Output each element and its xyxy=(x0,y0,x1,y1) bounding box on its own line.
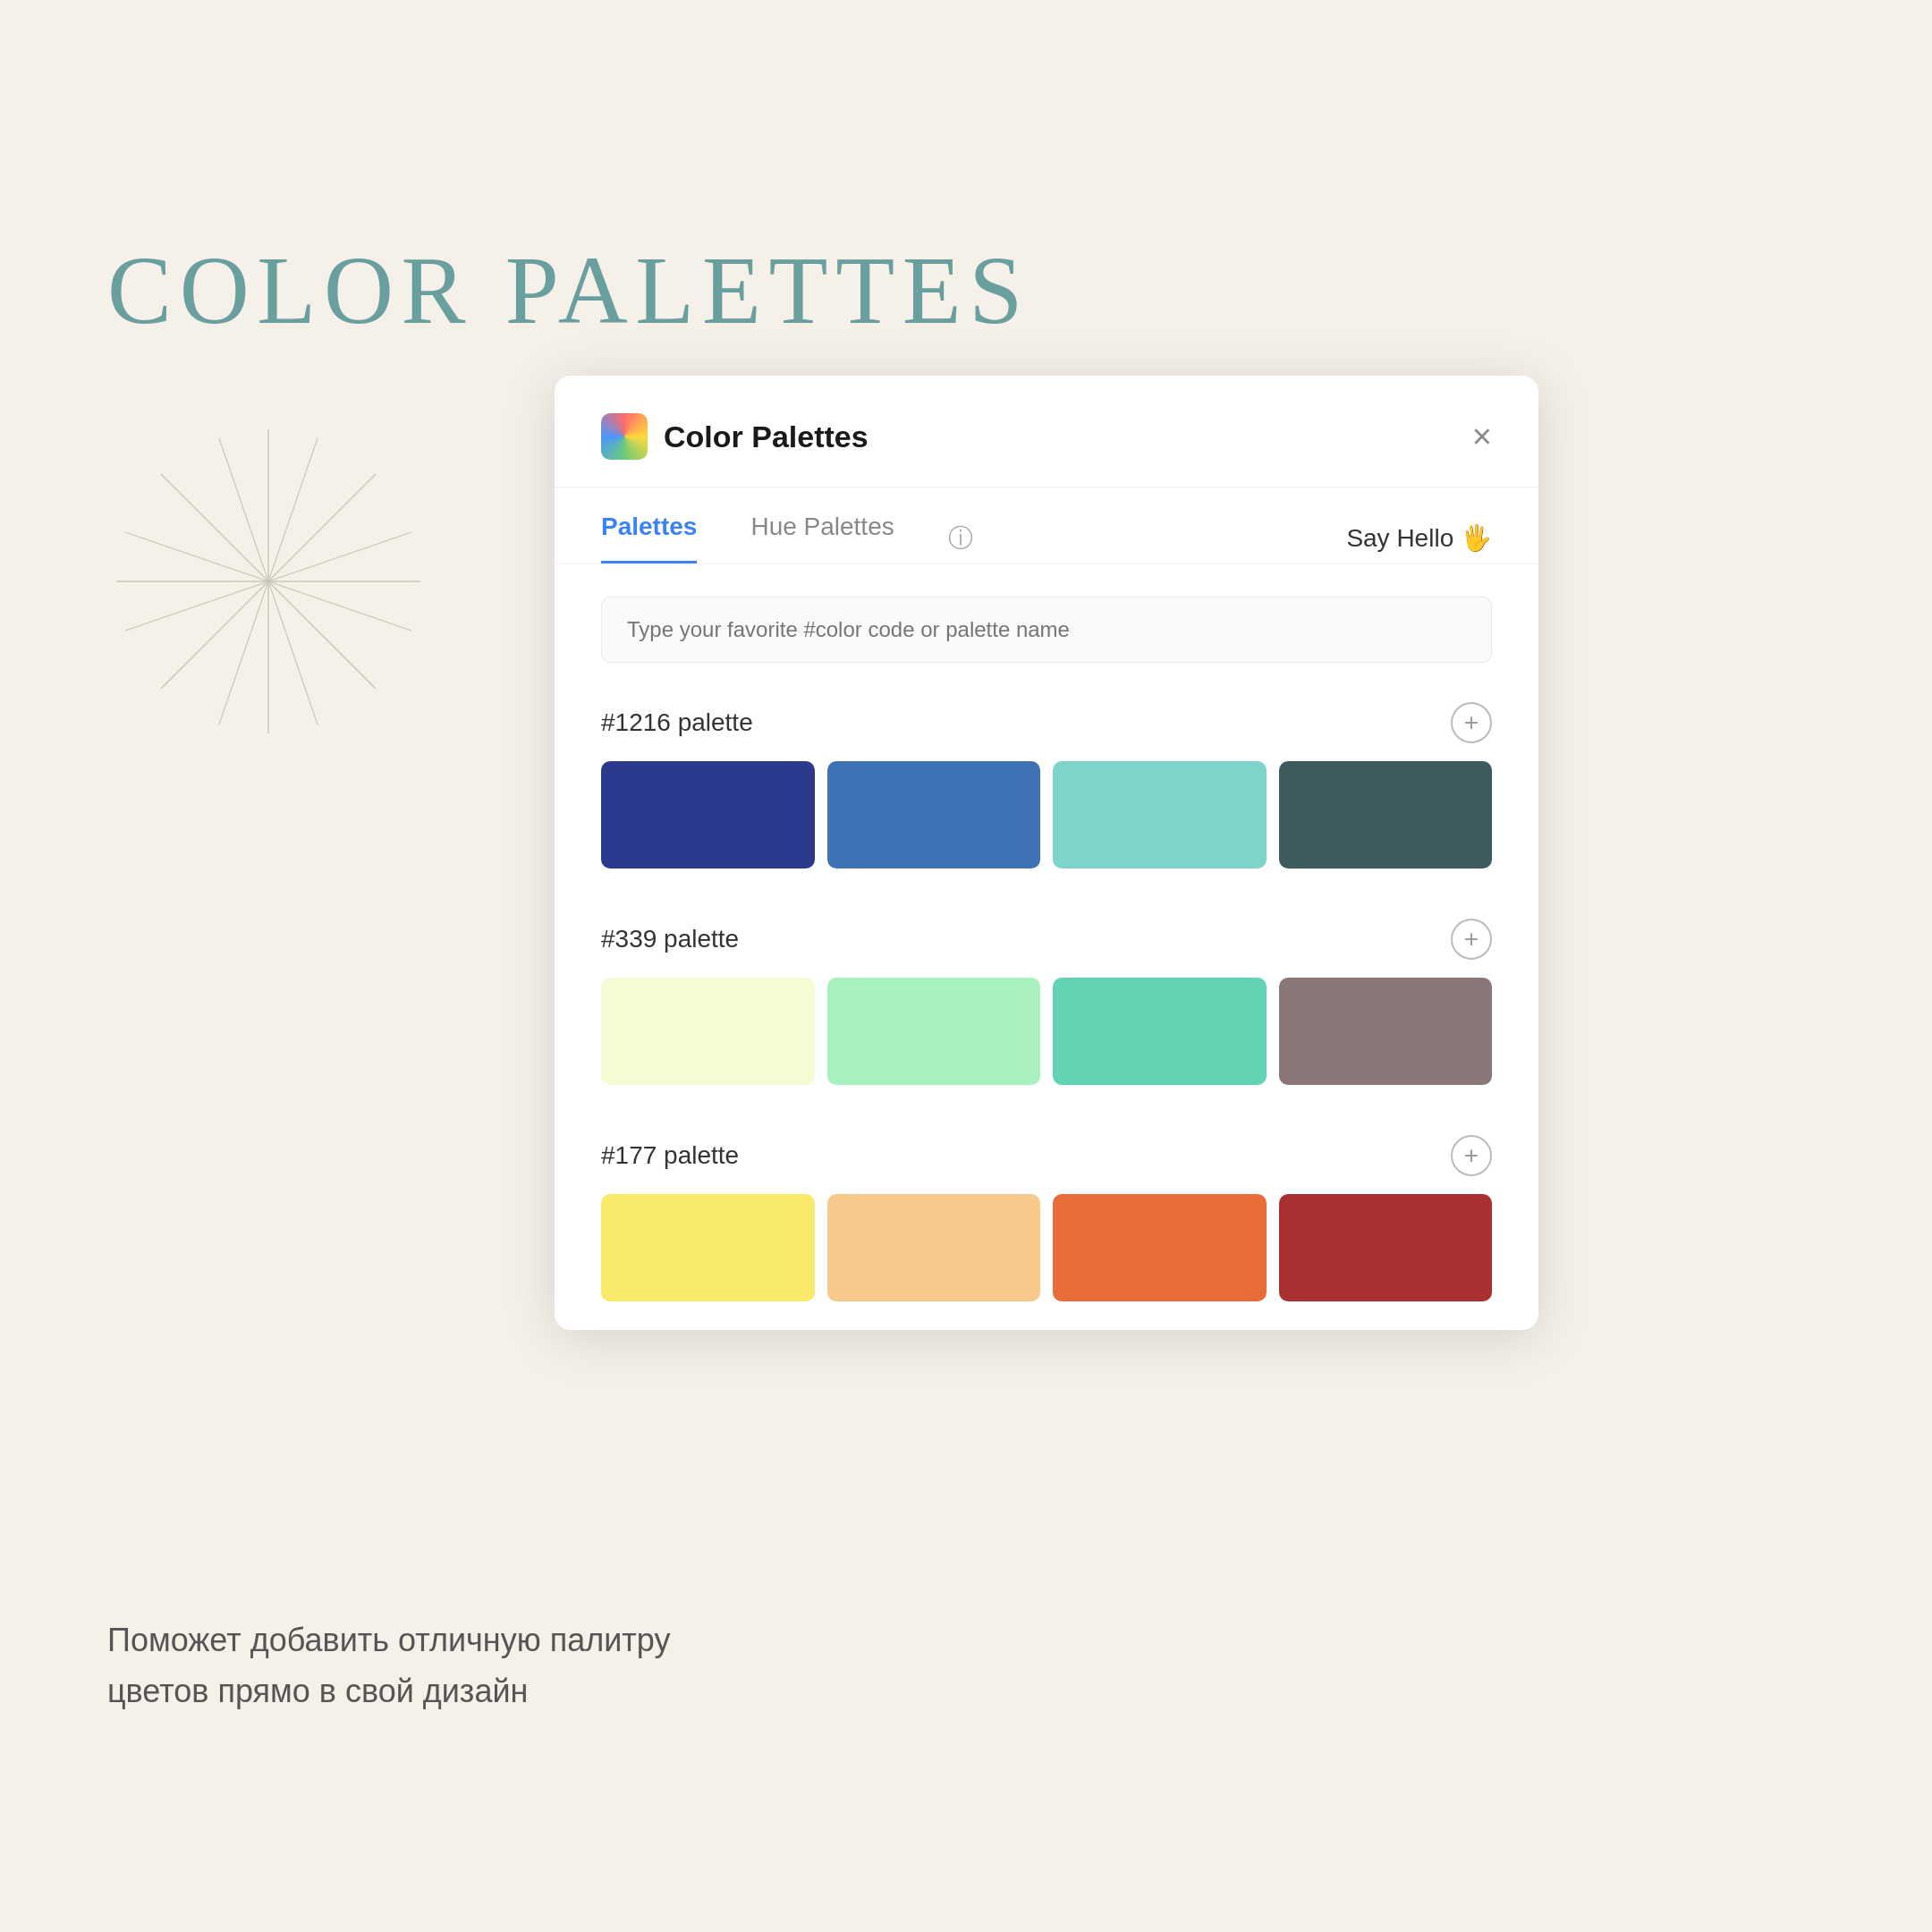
swatch-177-4 xyxy=(1279,1194,1493,1301)
swatch-1216-4 xyxy=(1279,761,1493,869)
swatch-339-4 xyxy=(1279,978,1493,1085)
search-input[interactable] xyxy=(601,597,1492,663)
bottom-text-line1: Поможет добавить отличную палитру xyxy=(107,1614,670,1666)
tab-palettes[interactable]: Palettes xyxy=(601,513,697,564)
palette-1216-swatches xyxy=(601,761,1492,869)
swatch-1216-2 xyxy=(827,761,1041,869)
palette-339-swatches xyxy=(601,978,1492,1085)
swatch-177-2 xyxy=(827,1194,1041,1301)
palette-1216-name: #1216 palette xyxy=(601,708,753,737)
palette-1216-section: #1216 palette + xyxy=(555,681,1538,897)
palette-177-name: #177 palette xyxy=(601,1141,739,1170)
panel-header-left: Color Palettes xyxy=(601,413,869,460)
close-button[interactable]: × xyxy=(1472,419,1492,453)
palette-1216-header: #1216 palette + xyxy=(601,702,1492,743)
palette-339-header: #339 palette + xyxy=(601,919,1492,960)
tab-say-hello[interactable]: Say Hello 🖐 xyxy=(1346,523,1492,553)
star-decoration xyxy=(98,411,438,751)
app-icon xyxy=(601,413,648,460)
swatch-339-2 xyxy=(827,978,1041,1085)
panel-header: Color Palettes × xyxy=(555,376,1538,487)
palette-177-section: #177 palette + xyxy=(555,1114,1538,1330)
swatch-339-3 xyxy=(1053,978,1267,1085)
bottom-text-line2: цветов прямо в свой дизайн xyxy=(107,1665,670,1717)
palette-339-add-button[interactable]: + xyxy=(1451,919,1492,960)
palette-339-name: #339 palette xyxy=(601,925,739,953)
swatch-1216-1 xyxy=(601,761,815,869)
palette-177-swatches xyxy=(601,1194,1492,1301)
swatch-177-1 xyxy=(601,1194,815,1301)
palette-177-header: #177 palette + xyxy=(601,1135,1492,1176)
page-title: COLOR PALETTES xyxy=(107,235,1030,346)
search-area xyxy=(555,564,1538,681)
tabs-bar: Palettes Hue Palettes ⓘ Say Hello 🖐 xyxy=(555,487,1538,564)
swatch-177-3 xyxy=(1053,1194,1267,1301)
palette-177-add-button[interactable]: + xyxy=(1451,1135,1492,1176)
palette-1216-add-button[interactable]: + xyxy=(1451,702,1492,743)
tab-info[interactable]: ⓘ xyxy=(948,521,973,555)
color-palettes-panel: Color Palettes × Palettes Hue Palettes ⓘ… xyxy=(555,376,1538,1330)
swatch-1216-3 xyxy=(1053,761,1267,869)
bottom-text: Поможет добавить отличную палитру цветов… xyxy=(107,1614,670,1717)
tab-hue-palettes[interactable]: Hue Palettes xyxy=(750,513,894,564)
swatch-339-1 xyxy=(601,978,815,1085)
panel-title: Color Palettes xyxy=(664,419,869,454)
palette-339-section: #339 palette + xyxy=(555,897,1538,1114)
